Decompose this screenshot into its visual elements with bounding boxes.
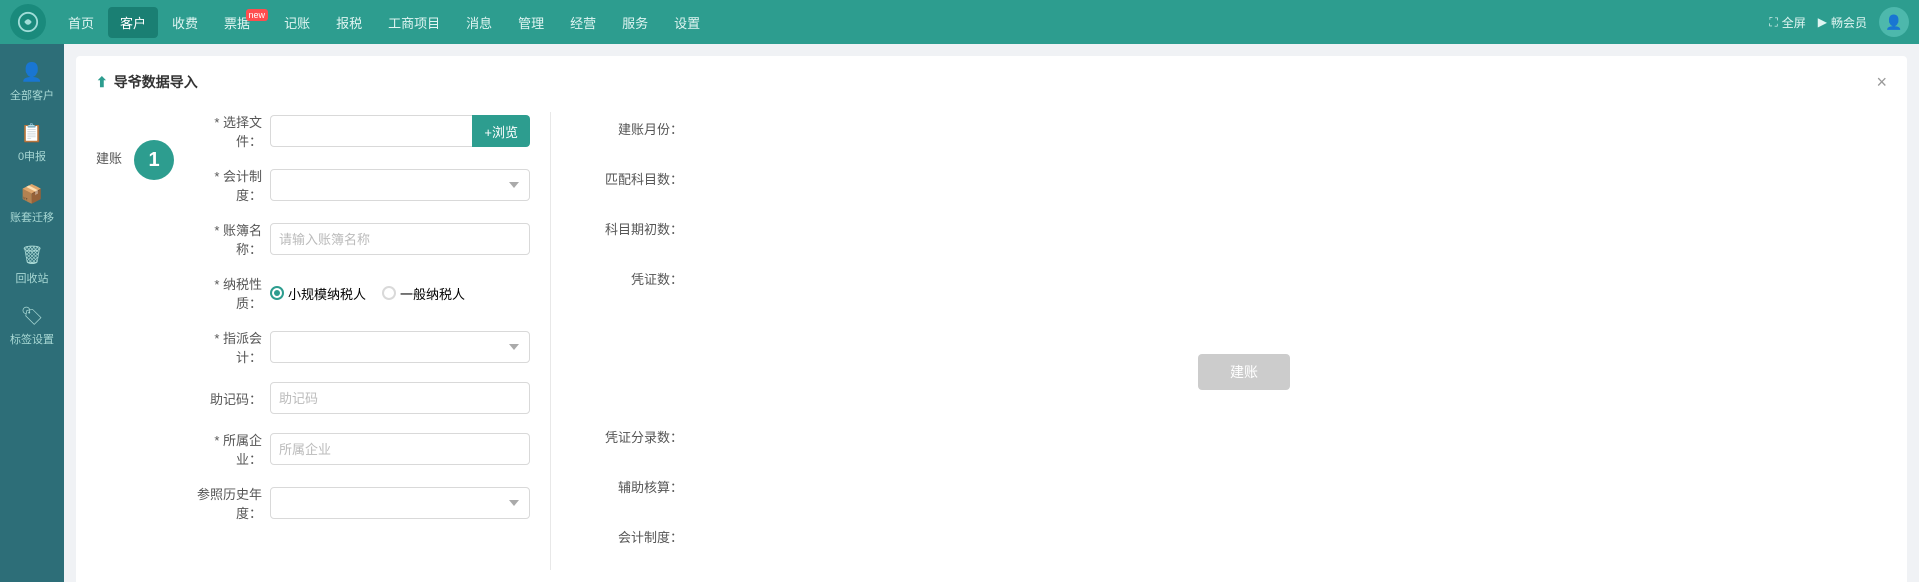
sidebar-item-tag[interactable]: 🏷 标签设置	[0, 298, 64, 355]
aux-row: 辅助核算：	[601, 470, 1887, 502]
file-label: * 选择文件：	[190, 112, 270, 150]
sidebar-item-recycle[interactable]: 🗑 回收站	[0, 237, 64, 294]
sidebar: 👤 全部客户 📋 0申报 📦 账套迁移 🗑 回收站 🏷 标签设置	[0, 44, 64, 582]
initial-label: 科目期初数：	[601, 219, 691, 238]
vertical-divider	[550, 112, 551, 570]
match-label: 匹配科目数：	[601, 169, 691, 188]
sidebar-item-all-customers[interactable]: 👤 全部客户	[0, 54, 64, 111]
step-label: 建账	[96, 148, 122, 167]
accounting-row: * 会计制度：	[190, 166, 530, 204]
nav-item-fee[interactable]: 收费	[160, 7, 210, 38]
nav-menu: 首页 客户 收费 票据 new 记账 报税 工商项目 消息 管理 经营 服务 设…	[56, 7, 1769, 38]
nav-item-message[interactable]: 消息	[454, 7, 504, 38]
nav-item-tax[interactable]: 报税	[324, 7, 374, 38]
tag-icon: 🏷	[21, 306, 44, 327]
history-label: 参照历史年度：	[190, 484, 270, 522]
initial-row: 科目期初数：	[601, 212, 1887, 244]
close-button[interactable]: ×	[1876, 72, 1887, 93]
vip-icon: ▶	[1818, 15, 1827, 29]
form-fields: * 选择文件： +浏览 * 会计制度：	[190, 112, 530, 538]
nav-item-customer[interactable]: 客户	[108, 7, 158, 38]
fullscreen-btn[interactable]: ⛶ 全屏	[1769, 14, 1805, 31]
form-right-section: 建账月份： 匹配科目数： 科目期初数： 凭证数：	[571, 112, 1887, 570]
tax-type-row: * 纳税性质： 小规模纳税人 一般纳税人	[190, 274, 530, 312]
company-input[interactable]	[270, 433, 530, 465]
avatar[interactable]: 👤	[1879, 7, 1909, 37]
nav-item-operation[interactable]: 经营	[558, 7, 608, 38]
app-logo[interactable]	[10, 4, 46, 40]
tax-radio-group: 小规模纳税人 一般纳税人	[270, 284, 465, 303]
avatar-icon: 👤	[1885, 14, 1902, 31]
nav-item-bookkeeping[interactable]: 记账	[272, 7, 322, 38]
aux-label: 辅助核算：	[601, 477, 691, 496]
tax-type-label: * 纳税性质：	[190, 274, 270, 312]
main-layout: 👤 全部客户 📋 0申报 📦 账套迁移 🗑 回收站 🏷 标签设置 ⬆ 导爷数据导…	[0, 44, 1919, 582]
page-title: ⬆ 导爷数据导入	[96, 72, 1887, 92]
memo-label: 助记码：	[190, 389, 270, 408]
month-row: 建账月份：	[601, 112, 1887, 144]
declare-icon: 📋	[21, 123, 43, 144]
form-left-section: 建账 1 * 选择文件： +浏览	[96, 112, 530, 570]
tax-general[interactable]: 一般纳税人	[382, 284, 465, 303]
person-icon: 👤	[21, 62, 43, 83]
ledger-name-label: * 账簿名称：	[190, 220, 270, 258]
browse-button[interactable]: +浏览	[472, 115, 530, 147]
new-badge: new	[246, 9, 269, 21]
voucher-entries-row: 凭证分录数：	[601, 420, 1887, 452]
nav-item-service[interactable]: 服务	[610, 7, 660, 38]
ledger-name-input[interactable]	[270, 223, 530, 255]
sidebar-item-migrate[interactable]: 📦 账套迁移	[0, 176, 64, 233]
accounting-system-label: 会计制度：	[601, 527, 691, 546]
company-label: * 所属企业：	[190, 430, 270, 468]
content-area: ⬆ 导爷数据导入 × 建账 1 * 选择文件：	[64, 44, 1919, 582]
vip-btn[interactable]: ▶ 畅会员	[1818, 14, 1867, 31]
ledger-name-row: * 账簿名称：	[190, 220, 530, 258]
memo-input[interactable]	[270, 382, 530, 414]
tax-small-scale[interactable]: 小规模纳税人	[270, 284, 366, 303]
accountant-select[interactable]	[270, 331, 530, 363]
memo-row: 助记码：	[190, 382, 530, 414]
file-input-group: +浏览	[270, 115, 530, 147]
page-card: ⬆ 导爷数据导入 × 建账 1 * 选择文件：	[76, 56, 1907, 582]
accounting-system-row: 会计制度：	[601, 520, 1887, 552]
sidebar-item-declare[interactable]: 📋 0申报	[0, 115, 64, 172]
nav-item-home[interactable]: 首页	[56, 7, 106, 38]
nav-item-invoice[interactable]: 票据 new	[212, 7, 270, 38]
voucher-entries-label: 凭证分录数：	[601, 427, 691, 446]
fullscreen-icon: ⛶	[1769, 15, 1777, 30]
company-row: * 所属企业：	[190, 430, 530, 468]
history-row: 参照历史年度：	[190, 484, 530, 522]
radio-general	[382, 286, 396, 300]
voucher-label: 凭证数：	[601, 269, 691, 288]
radio-small-checked	[270, 286, 284, 300]
nav-item-settings[interactable]: 设置	[662, 7, 712, 38]
upload-icon: ⬆	[96, 74, 108, 91]
top-navigation: 首页 客户 收费 票据 new 记账 报税 工商项目 消息 管理 经营 服务 设…	[0, 0, 1919, 44]
accountant-row: * 指派会计：	[190, 328, 530, 366]
file-text-input[interactable]	[270, 115, 472, 147]
match-row: 匹配科目数：	[601, 162, 1887, 194]
accountant-label: * 指派会计：	[190, 328, 270, 366]
migrate-icon: 📦	[21, 184, 43, 205]
accounting-label: * 会计制度：	[190, 166, 270, 204]
file-row: * 选择文件： +浏览	[190, 112, 530, 150]
form-container: 建账 1 * 选择文件： +浏览	[96, 112, 1887, 570]
accounting-select[interactable]	[270, 169, 530, 201]
nav-item-manage[interactable]: 管理	[506, 7, 556, 38]
recycle-icon: 🗑	[21, 245, 44, 266]
history-select[interactable]	[270, 487, 530, 519]
voucher-row: 凭证数：	[601, 262, 1887, 294]
month-label: 建账月份：	[601, 119, 691, 138]
step-circle: 1	[134, 140, 174, 180]
nav-item-industry[interactable]: 工商项目	[376, 7, 452, 38]
topnav-right: ⛶ 全屏 ▶ 畅会员 👤	[1769, 7, 1909, 37]
submit-button[interactable]: 建账	[1198, 354, 1290, 390]
